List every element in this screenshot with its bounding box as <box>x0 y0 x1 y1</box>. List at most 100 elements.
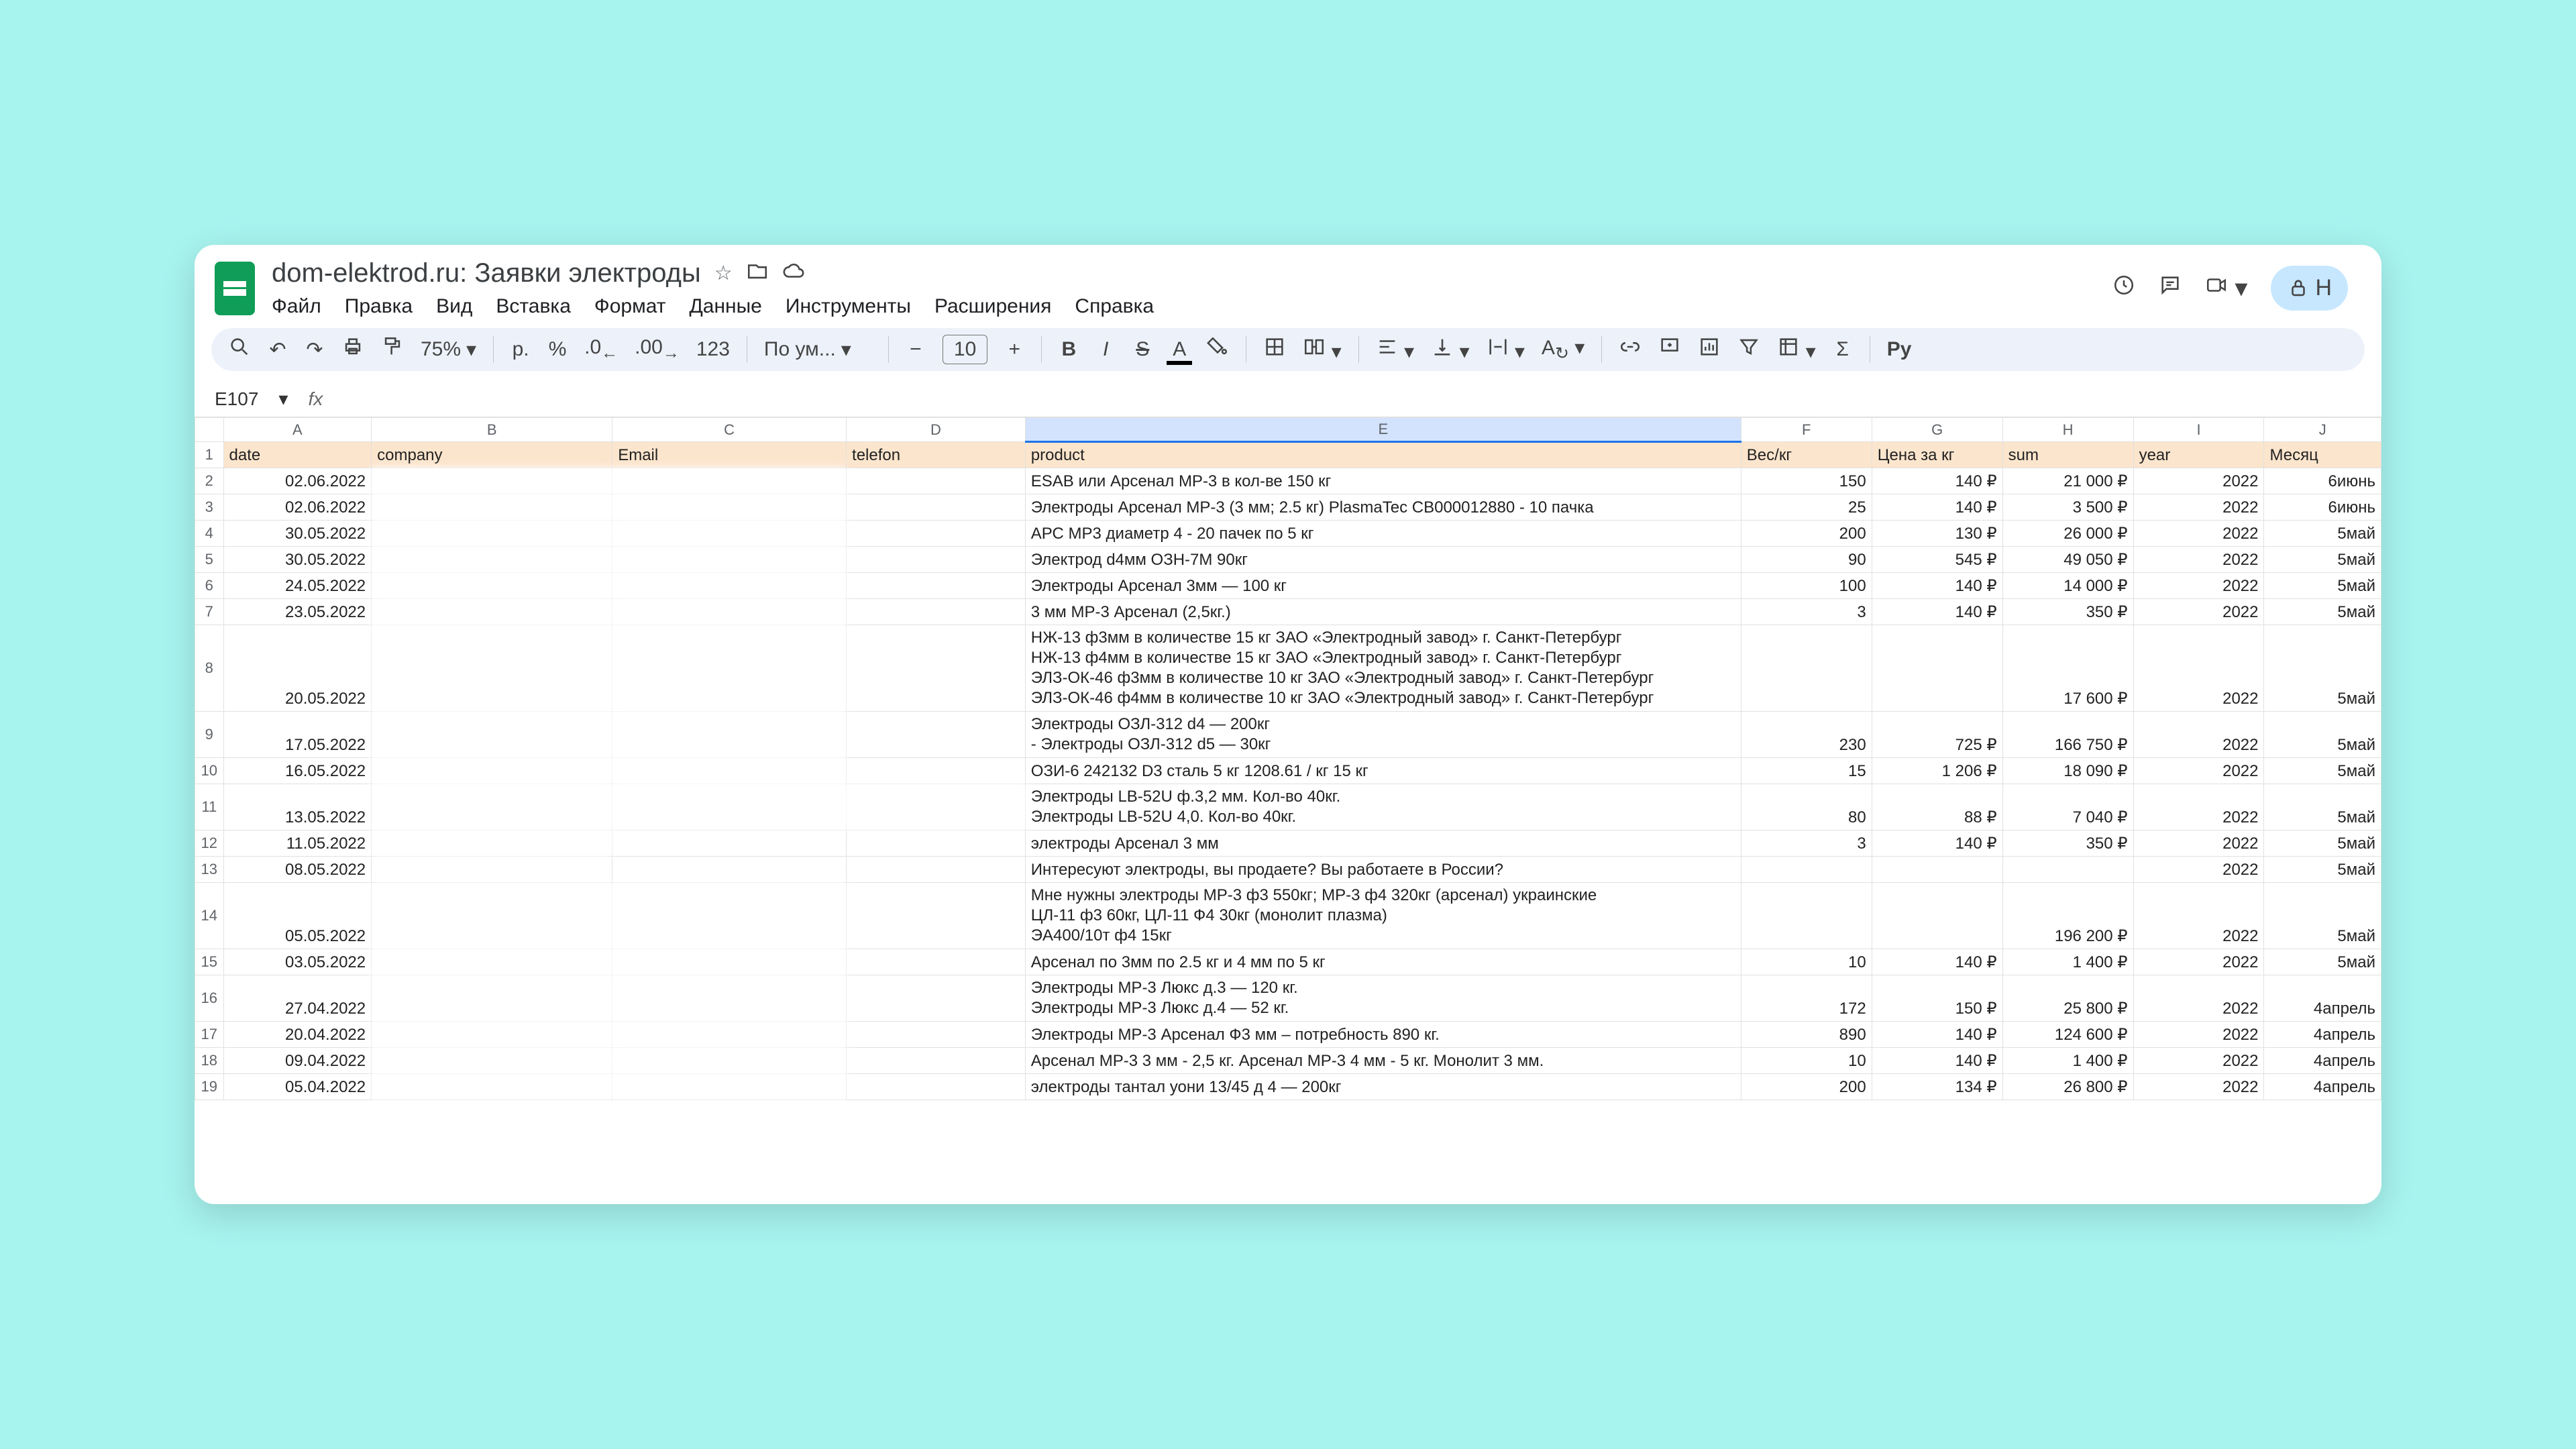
cell[interactable]: 725 ₽ <box>1872 712 2002 758</box>
cell[interactable]: XXXXXXXXXXXX <box>612 547 847 573</box>
cell[interactable]: Электроды ОЗЛ-312 d4 — 200кг- Электроды … <box>1025 712 1741 758</box>
cell[interactable]: Электроды Арсенал МР-3 (3 мм; 2.5 кг) Pl… <box>1025 494 1741 521</box>
row-header[interactable]: 8 <box>195 625 224 712</box>
row-header[interactable]: 4 <box>195 521 224 547</box>
cell[interactable]: 140 ₽ <box>1872 949 2002 975</box>
cell[interactable] <box>847 857 1026 883</box>
cell[interactable]: 88 ₽ <box>1872 784 2002 830</box>
cell[interactable]: 10 <box>1741 949 1872 975</box>
cell[interactable]: 140 ₽ <box>1872 1048 2002 1074</box>
sheets-logo-icon[interactable] <box>215 262 255 315</box>
cell[interactable]: 11.05.2022 <box>223 830 372 857</box>
cell[interactable]: 5май <box>2264 758 2381 784</box>
cell[interactable]: 2022 <box>2133 975 2264 1022</box>
cell[interactable]: 2022 <box>2133 573 2264 599</box>
cell[interactable]: XXXXXXXX <box>372 547 612 573</box>
cell[interactable]: 90 <box>1741 547 1872 573</box>
cell[interactable]: 350 ₽ <box>2002 830 2133 857</box>
cell[interactable] <box>847 468 1026 494</box>
row-header[interactable]: 16 <box>195 975 224 1022</box>
cell[interactable]: 150 ₽ <box>1872 975 2002 1022</box>
move-icon[interactable] <box>746 260 769 288</box>
cell[interactable]: 350 ₽ <box>2002 599 2133 625</box>
cell[interactable]: 30.05.2022 <box>223 521 372 547</box>
cell[interactable] <box>847 975 1026 1022</box>
filter-views-button[interactable]: ▾ <box>1777 335 1815 364</box>
font-plus-button[interactable]: + <box>1004 338 1024 361</box>
cell[interactable]: 7 040 ₽ <box>2002 784 2133 830</box>
header-cell[interactable]: telefon <box>847 442 1026 468</box>
cell[interactable]: Интересуют электроды, вы продаете? Вы ра… <box>1025 857 1741 883</box>
menu-insert[interactable]: Вставка <box>496 295 571 318</box>
cell[interactable] <box>1741 857 1872 883</box>
cell[interactable] <box>847 494 1026 521</box>
history-icon[interactable] <box>2112 274 2135 303</box>
cell[interactable]: 2022 <box>2133 547 2264 573</box>
cell[interactable]: 2022 <box>2133 857 2264 883</box>
cell[interactable]: 5май <box>2264 573 2381 599</box>
filter-button[interactable] <box>1737 335 1760 364</box>
cell[interactable] <box>847 883 1026 949</box>
cell[interactable]: 140 ₽ <box>1872 573 2002 599</box>
cell[interactable]: 03.05.2022 <box>223 949 372 975</box>
cell[interactable]: 1 206 ₽ <box>1872 758 2002 784</box>
undo-icon[interactable]: ↶ <box>268 338 288 362</box>
cell[interactable]: XXXXXXXXXXXX <box>612 784 847 830</box>
col-header-H[interactable]: H <box>2002 418 2133 442</box>
col-header-I[interactable]: I <box>2133 418 2264 442</box>
header-cell[interactable]: date <box>223 442 372 468</box>
zoom-select[interactable]: 75% ▾ <box>421 338 476 362</box>
header-cell[interactable]: year <box>2133 442 2264 468</box>
cell[interactable]: XXXXXXXX <box>372 758 612 784</box>
row-header[interactable]: 12 <box>195 830 224 857</box>
cell[interactable]: 200 <box>1741 521 1872 547</box>
redo-icon[interactable]: ↷ <box>305 338 325 362</box>
cell[interactable]: Арсенал МР-3 3 мм - 2,5 кг. Арсенал МР-3… <box>1025 1048 1741 1074</box>
cell[interactable]: XXXXXXXX <box>372 494 612 521</box>
strike-button[interactable]: S <box>1132 338 1152 361</box>
cell[interactable]: 10 <box>1741 1048 1872 1074</box>
row-header[interactable]: 5 <box>195 547 224 573</box>
col-header-G[interactable]: G <box>1872 418 2002 442</box>
menu-extensions[interactable]: Расширения <box>934 295 1051 318</box>
cell[interactable]: 1 400 ₽ <box>2002 1048 2133 1074</box>
cell[interactable] <box>1872 883 2002 949</box>
cell[interactable]: 4апрель <box>2264 1074 2381 1100</box>
cloud-icon[interactable] <box>782 260 805 288</box>
cell[interactable]: XXXXXXXX <box>372 830 612 857</box>
cell[interactable] <box>1872 857 2002 883</box>
valign-button[interactable]: ▾ <box>1431 335 1469 364</box>
cell[interactable]: XXXXXXXX <box>372 1048 612 1074</box>
cell[interactable] <box>847 758 1026 784</box>
italic-button[interactable]: I <box>1095 338 1116 361</box>
row-header[interactable]: 9 <box>195 712 224 758</box>
menu-file[interactable]: Файл <box>272 295 321 318</box>
cell[interactable]: 545 ₽ <box>1872 547 2002 573</box>
cell[interactable]: XXXXXXXXXXXX <box>612 758 847 784</box>
print-icon[interactable] <box>341 335 364 364</box>
cell[interactable] <box>847 712 1026 758</box>
cell[interactable]: XXXXXXXXXXXX <box>612 468 847 494</box>
header-cell[interactable]: Цена за кг <box>1872 442 2002 468</box>
cell[interactable]: 24.05.2022 <box>223 573 372 599</box>
percent-button[interactable]: % <box>547 338 568 361</box>
col-header-B[interactable]: B <box>372 418 612 442</box>
cell[interactable]: 124 600 ₽ <box>2002 1022 2133 1048</box>
cell[interactable]: НЖ-13 ф3мм в количестве 15 кг ЗАО «Элект… <box>1025 625 1741 712</box>
cell[interactable]: XXXXXXXXXXXX <box>612 883 847 949</box>
cell[interactable]: 140 ₽ <box>1872 599 2002 625</box>
cell[interactable]: 02.06.2022 <box>223 468 372 494</box>
cell[interactable]: 25 <box>1741 494 1872 521</box>
doc-title[interactable]: dom-elektrod.ru: Заявки электроды <box>272 258 701 288</box>
wrap-button[interactable]: ▾ <box>1487 335 1525 364</box>
cell[interactable]: XXXXXXXXXXXX <box>612 712 847 758</box>
cell[interactable]: XXXXXXXX <box>372 712 612 758</box>
menu-data[interactable]: Данные <box>689 295 761 318</box>
cell[interactable]: Электроды Арсенал 3мм — 100 кг <box>1025 573 1741 599</box>
cell[interactable]: 166 750 ₽ <box>2002 712 2133 758</box>
cell[interactable]: 30.05.2022 <box>223 547 372 573</box>
star-icon[interactable]: ☆ <box>714 262 733 285</box>
cell[interactable] <box>847 547 1026 573</box>
cell[interactable]: 140 ₽ <box>1872 1022 2002 1048</box>
cell[interactable]: XXXXXXXXXXXX <box>612 494 847 521</box>
